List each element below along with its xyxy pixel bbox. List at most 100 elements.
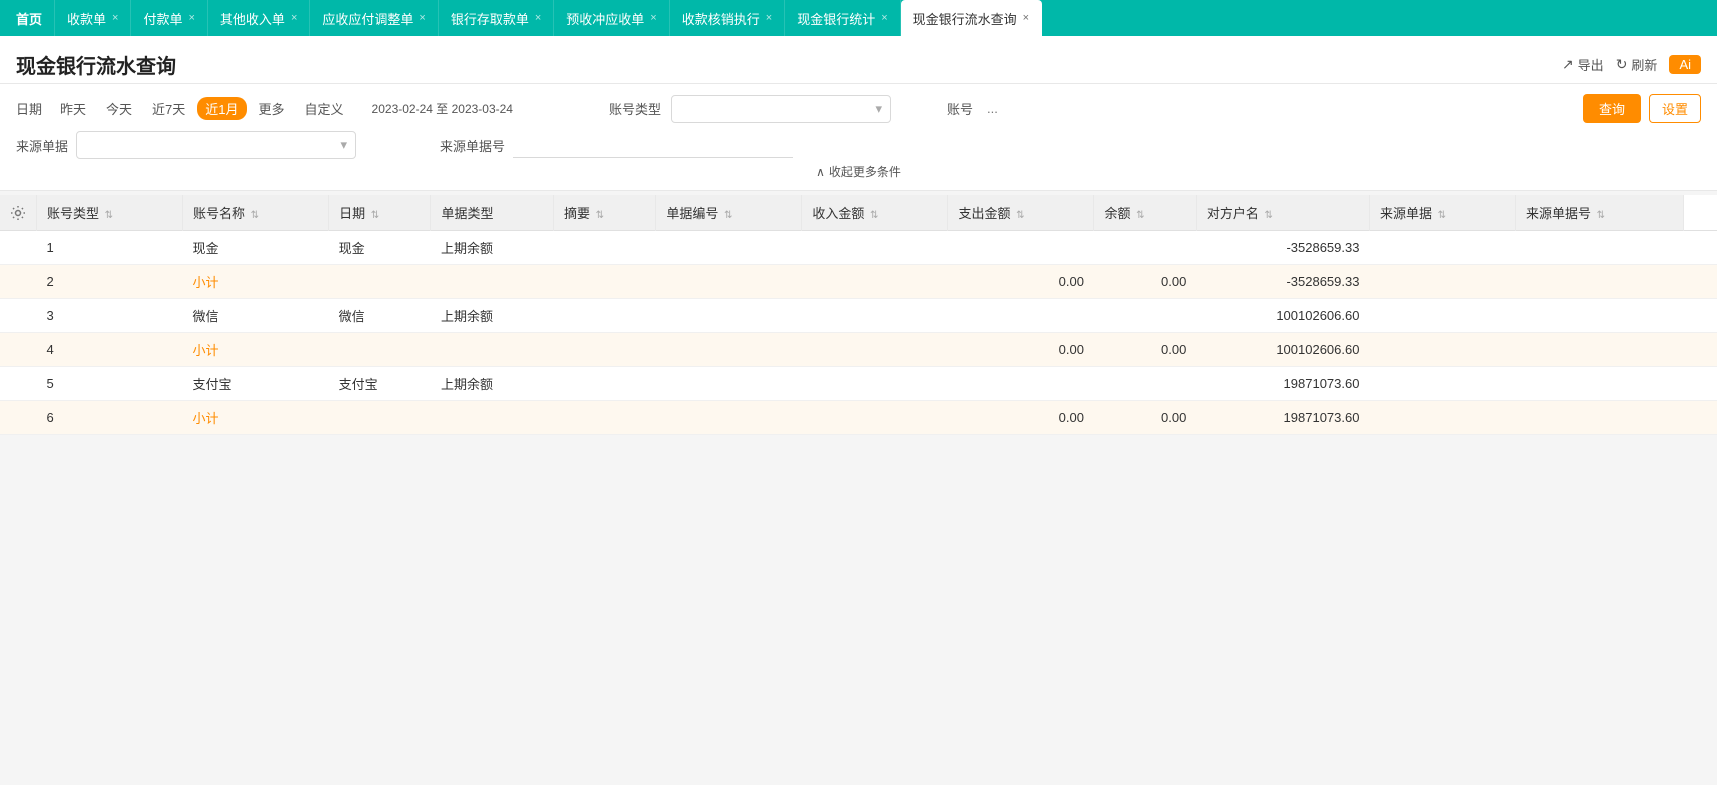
- col-doc-no[interactable]: 单据编号 ⇅: [656, 195, 802, 231]
- sort-icon: ⇅: [870, 210, 878, 221]
- nav-tab-payment-label: 付款单: [143, 9, 182, 28]
- col-counterparty[interactable]: 对方户名 ⇅: [1196, 195, 1369, 231]
- cell-doc-type: [553, 333, 655, 367]
- nav-tab-advance-offset[interactable]: 预收冲应收单 ×: [554, 0, 669, 36]
- cell-doc-type: [553, 265, 655, 299]
- export-button[interactable]: ↗ 导出: [1562, 55, 1604, 74]
- cell-balance: 19871073.60: [1196, 401, 1369, 435]
- col-balance[interactable]: 余额 ⇅: [1094, 195, 1196, 231]
- col-summary[interactable]: 摘要 ⇅: [553, 195, 655, 231]
- filter-row-1: 日期 昨天 今天 近7天 近1月 更多 自定义 2023-02-24 至 202…: [16, 94, 1701, 123]
- close-icon[interactable]: ×: [766, 12, 772, 24]
- col-source-doc-no[interactable]: 来源单据号 ⇅: [1516, 195, 1684, 231]
- cell-source-doc-no: [1683, 401, 1717, 435]
- cell-expense: [1094, 299, 1196, 333]
- nav-tab-receipt-verify-label: 收款核销执行: [682, 9, 760, 28]
- col-income[interactable]: 收入金额 ⇅: [802, 195, 948, 231]
- date-range-display: 2023-02-24 至 2023-03-24: [368, 100, 513, 117]
- date-range-text: 2023-02-24 至 2023-03-24: [372, 100, 513, 117]
- close-icon[interactable]: ×: [535, 12, 541, 24]
- refresh-button[interactable]: ↻ 刷新: [1616, 55, 1658, 74]
- cell-account-name: [329, 401, 431, 435]
- page-title: 现金银行流水查询: [16, 50, 176, 79]
- cell-counterparty: [1369, 333, 1515, 367]
- account-label: 账号: [947, 99, 973, 118]
- ai-button[interactable]: Ai: [1669, 55, 1701, 74]
- sort-icon: ⇅: [1438, 210, 1446, 221]
- nav-tab-payment[interactable]: 付款单 ×: [131, 0, 207, 36]
- close-icon[interactable]: ×: [1023, 12, 1029, 24]
- nav-tab-receipt-verify[interactable]: 收款核销执行 ×: [670, 0, 785, 36]
- account-type-select[interactable]: ▾: [671, 95, 891, 123]
- nav-tab-cash-stats[interactable]: 现金银行统计 ×: [785, 0, 900, 36]
- cell-doc-type: [553, 367, 655, 401]
- nav-tab-cash-stats-label: 现金银行统计: [797, 9, 875, 28]
- col-account-type[interactable]: 账号类型 ⇅: [37, 195, 183, 231]
- page-header: 现金银行流水查询 ↗ 导出 ↻ 刷新 Ai: [0, 36, 1717, 84]
- cell-source-doc-no: [1683, 367, 1717, 401]
- cell-date: 上期余额: [431, 299, 554, 333]
- cell-settings: [0, 231, 37, 265]
- cell-source-doc-no: [1683, 265, 1717, 299]
- cell-account-name: 微信: [329, 299, 431, 333]
- ai-button-label: Ai: [1679, 57, 1691, 72]
- cell-seq: 6: [37, 401, 183, 435]
- cell-account-type: 小计: [183, 333, 329, 367]
- date-opt-yesterday[interactable]: 昨天: [52, 97, 94, 120]
- collapse-button[interactable]: ∧ 收起更多条件: [16, 159, 1701, 180]
- cell-summary: [656, 401, 802, 435]
- nav-tab-receipt[interactable]: 收款单 ×: [55, 0, 131, 36]
- sort-icon: ⇅: [596, 210, 604, 221]
- nav-tab-home[interactable]: 首页: [4, 0, 55, 36]
- cell-date: 上期余额: [431, 367, 554, 401]
- account-type-label: 账号类型: [609, 99, 661, 118]
- cell-expense: 0.00: [1094, 265, 1196, 299]
- settings-button[interactable]: 设置: [1649, 94, 1701, 123]
- sort-icon: ⇅: [724, 210, 732, 221]
- nav-tab-other-income[interactable]: 其他收入单 ×: [208, 0, 310, 36]
- nav-tab-bank-deposit[interactable]: 银行存取款单 ×: [439, 0, 554, 36]
- cell-settings: [0, 367, 37, 401]
- cell-counterparty: [1369, 299, 1515, 333]
- date-opt-today[interactable]: 今天: [98, 97, 140, 120]
- cell-seq: 4: [37, 333, 183, 367]
- cell-date: [431, 401, 554, 435]
- close-icon[interactable]: ×: [291, 12, 297, 24]
- cell-date: [431, 265, 554, 299]
- col-source-doc[interactable]: 来源单据 ⇅: [1369, 195, 1515, 231]
- cell-doc-no: [802, 367, 948, 401]
- close-icon[interactable]: ×: [881, 12, 887, 24]
- col-expense[interactable]: 支出金额 ⇅: [948, 195, 1094, 231]
- nav-tab-ar-ap-adjust[interactable]: 应收应付调整单 ×: [310, 0, 438, 36]
- date-opt-1month[interactable]: 近1月: [197, 97, 246, 120]
- date-opt-7days[interactable]: 近7天: [144, 97, 193, 120]
- source-doc-select[interactable]: ▾: [76, 131, 356, 159]
- source-doc-no-input[interactable]: [513, 132, 793, 158]
- date-opt-custom[interactable]: 自定义: [297, 97, 352, 120]
- cell-expense: [1094, 231, 1196, 265]
- table-header-row: 账号类型 ⇅ 账号名称 ⇅ 日期 ⇅ 单据类型 摘要 ⇅ 单据编号 ⇅ 收入金额…: [0, 195, 1717, 231]
- date-label: 日期: [16, 99, 42, 118]
- cell-source-doc: [1516, 333, 1684, 367]
- table-settings-col[interactable]: [0, 195, 37, 231]
- sort-icon: ⇅: [1597, 210, 1605, 221]
- close-icon[interactable]: ×: [419, 12, 425, 24]
- col-doc-type[interactable]: 单据类型: [431, 195, 554, 231]
- data-table: 账号类型 ⇅ 账号名称 ⇅ 日期 ⇅ 单据类型 摘要 ⇅ 单据编号 ⇅ 收入金额…: [0, 195, 1717, 435]
- query-button[interactable]: 查询: [1583, 94, 1641, 123]
- col-date[interactable]: 日期 ⇅: [329, 195, 431, 231]
- more-button[interactable]: ...: [987, 101, 998, 116]
- col-account-name[interactable]: 账号名称 ⇅: [183, 195, 329, 231]
- cell-counterparty: [1369, 231, 1515, 265]
- nav-tab-cash-flow-query[interactable]: 现金银行流水查询 ×: [901, 0, 1042, 36]
- date-opt-more[interactable]: 更多: [251, 97, 293, 120]
- refresh-icon: ↻: [1616, 56, 1628, 73]
- close-icon[interactable]: ×: [650, 12, 656, 24]
- close-icon[interactable]: ×: [112, 12, 118, 24]
- cell-income: 0.00: [948, 333, 1094, 367]
- sort-icon: ⇅: [1016, 210, 1024, 221]
- cell-source-doc: [1516, 265, 1684, 299]
- filter-area: 日期 昨天 今天 近7天 近1月 更多 自定义 2023-02-24 至 202…: [0, 84, 1717, 191]
- close-icon[interactable]: ×: [188, 12, 194, 24]
- cell-source-doc-no: [1683, 299, 1717, 333]
